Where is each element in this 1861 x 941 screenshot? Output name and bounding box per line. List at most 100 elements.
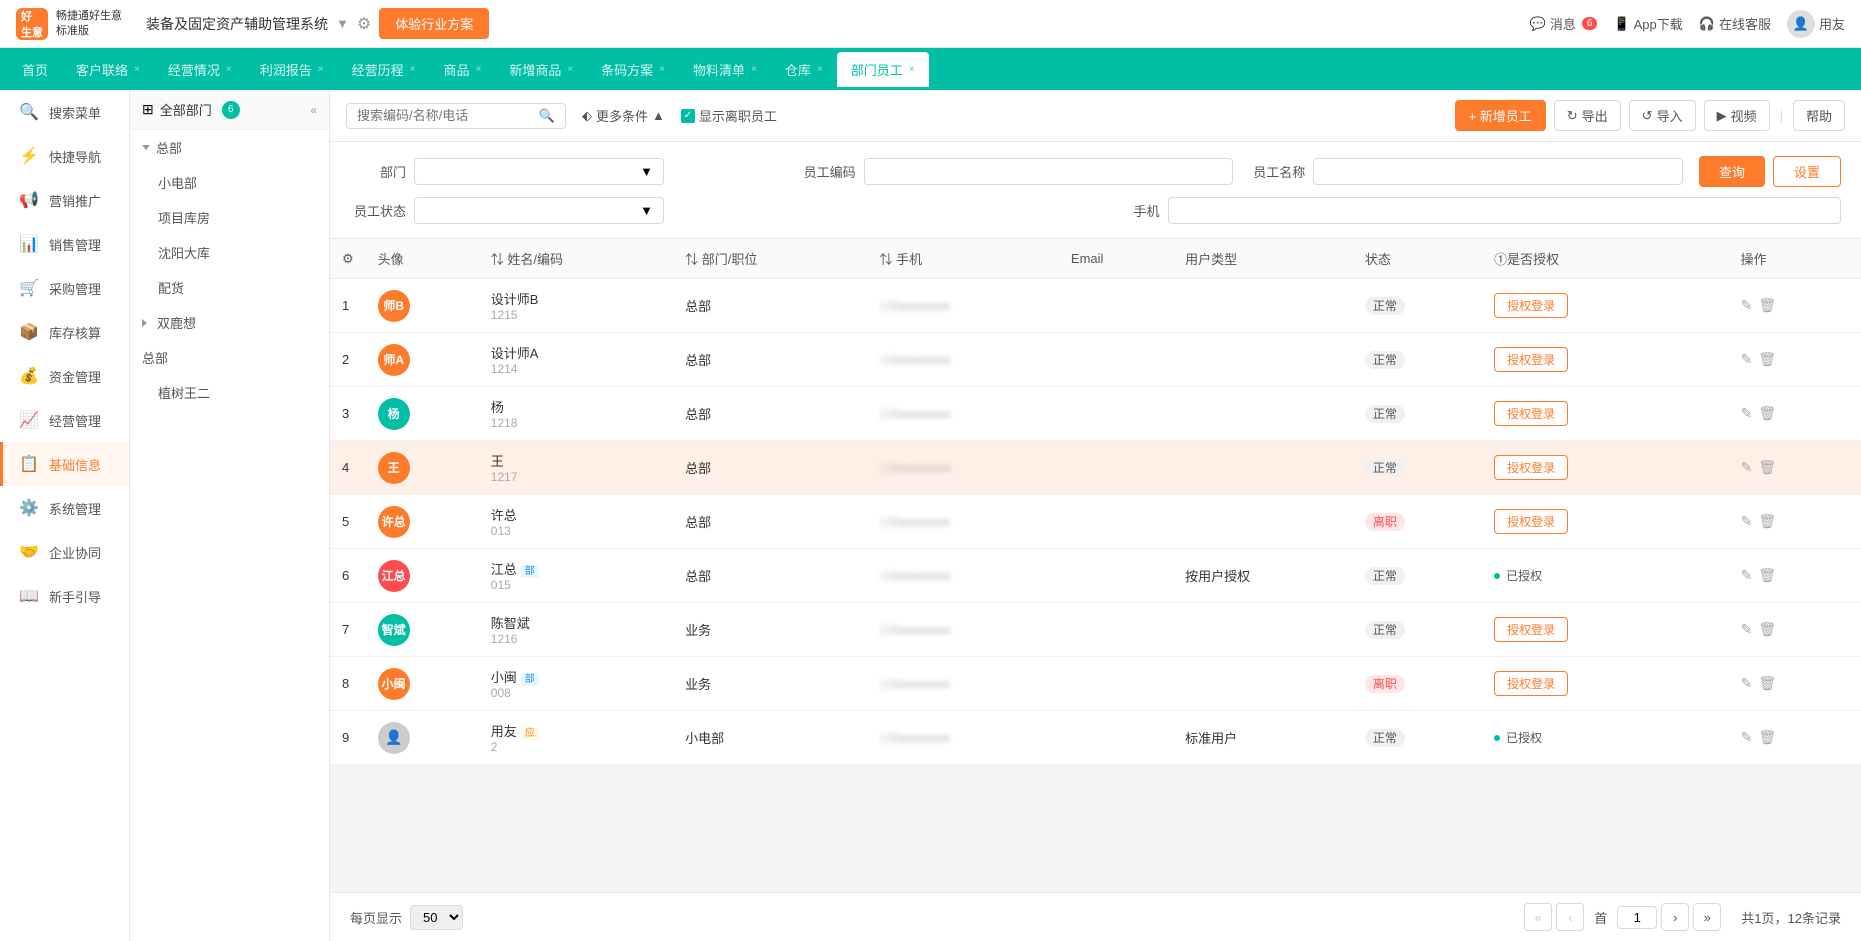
dept-item-root[interactable]: 总部 bbox=[130, 130, 329, 165]
close-tab-icon[interactable]: × bbox=[659, 64, 665, 75]
dept-item-xiangmu[interactable]: 项目库房 bbox=[130, 200, 329, 235]
try-btn[interactable]: 体验行业方案 bbox=[379, 8, 489, 39]
left-nav-item-搜索菜单[interactable]: 🔍搜索菜单 bbox=[0, 90, 129, 134]
edit-btn[interactable]: ✎ bbox=[1741, 729, 1753, 745]
close-tab-icon[interactable]: × bbox=[410, 64, 416, 75]
set-btn[interactable]: 设置 bbox=[1773, 156, 1841, 187]
nav-tab-利润报告[interactable]: 利润报告× bbox=[246, 52, 338, 87]
dept-item-xiaodian[interactable]: 小电部 bbox=[130, 165, 329, 200]
edit-btn[interactable]: ✎ bbox=[1741, 459, 1753, 475]
close-tab-icon[interactable]: × bbox=[751, 64, 757, 75]
nav-tab-条码方案[interactable]: 条码方案× bbox=[587, 52, 679, 87]
dept-item-peihuo[interactable]: 配货 bbox=[130, 270, 329, 305]
left-nav-item-营销推广[interactable]: 📢营销推广 bbox=[0, 178, 129, 222]
nav-tab-经营情况[interactable]: 经营情况× bbox=[154, 52, 246, 87]
close-tab-icon[interactable]: × bbox=[318, 64, 324, 75]
view-btn[interactable]: ▶ 视频 bbox=[1704, 100, 1770, 131]
dropdown-icon[interactable]: ▼ bbox=[336, 16, 349, 31]
edit-btn[interactable]: ✎ bbox=[1741, 297, 1753, 313]
left-nav-item-快捷导航[interactable]: ⚡快捷导航 bbox=[0, 134, 129, 178]
col-name[interactable]: ⇅ 姓名/编码 bbox=[479, 239, 673, 279]
left-nav-item-销售管理[interactable]: 📊销售管理 bbox=[0, 222, 129, 266]
dept-select[interactable]: ▼ bbox=[414, 158, 664, 185]
delete-btn[interactable]: 🗑 bbox=[1758, 621, 1776, 637]
left-nav-item-系统管理[interactable]: ⚙️系统管理 bbox=[0, 486, 129, 530]
nav-tab-物料清单[interactable]: 物料清单× bbox=[679, 52, 771, 87]
import-btn[interactable]: ↺ 导入 bbox=[1629, 100, 1696, 131]
delete-btn[interactable]: 🗑 bbox=[1758, 351, 1776, 367]
online-service-btn[interactable]: 🎧 在线客服 bbox=[1699, 14, 1771, 33]
user-area[interactable]: 👤 用友 bbox=[1787, 10, 1845, 38]
delete-btn[interactable]: 🗑 bbox=[1758, 405, 1776, 421]
col-settings[interactable]: ⚙ bbox=[330, 239, 366, 279]
auth-btn[interactable]: 授权登录 bbox=[1494, 617, 1568, 642]
left-nav-item-资金管理[interactable]: 💰资金管理 bbox=[0, 354, 129, 398]
delete-btn[interactable]: 🗑 bbox=[1758, 675, 1776, 691]
collapse-btn[interactable]: « bbox=[310, 103, 317, 117]
nav-tab-首页[interactable]: 首页 bbox=[8, 52, 62, 87]
close-tab-icon[interactable]: × bbox=[226, 64, 232, 75]
dept-item-shenyang[interactable]: 沈阳大库 bbox=[130, 235, 329, 270]
help-btn[interactable]: 帮助 bbox=[1793, 100, 1845, 131]
auth-btn[interactable]: 授权登录 bbox=[1494, 401, 1568, 426]
emp-status-select[interactable]: ▼ bbox=[414, 197, 664, 224]
export-btn[interactable]: ↻ 导出 bbox=[1554, 100, 1621, 131]
left-nav-item-新手引导[interactable]: 📖新手引导 bbox=[0, 574, 129, 618]
auth-btn[interactable]: 授权登录 bbox=[1494, 509, 1568, 534]
auth-btn[interactable]: 授权登录 bbox=[1494, 455, 1568, 480]
auth-btn[interactable]: 授权登录 bbox=[1494, 347, 1568, 372]
close-tab-icon[interactable]: × bbox=[134, 64, 140, 75]
close-tab-icon[interactable]: × bbox=[475, 64, 481, 75]
add-employee-btn[interactable]: + 新增员工 bbox=[1455, 100, 1546, 131]
more-filter-btn[interactable]: ⬖ 更多条件 ▲ bbox=[574, 102, 673, 129]
edit-btn[interactable]: ✎ bbox=[1741, 567, 1753, 583]
auth-btn[interactable]: 授权登录 bbox=[1494, 671, 1568, 696]
search-input[interactable] bbox=[357, 108, 533, 123]
prev-page-btn[interactable]: ‹ bbox=[1556, 903, 1584, 931]
edit-btn[interactable]: ✎ bbox=[1741, 513, 1753, 529]
dept-item-shuangluxiang[interactable]: 双鹿想 bbox=[130, 305, 329, 340]
page-input[interactable] bbox=[1617, 906, 1657, 929]
delete-btn[interactable]: 🗑 bbox=[1758, 567, 1776, 583]
edit-btn[interactable]: ✎ bbox=[1741, 675, 1753, 691]
nav-tab-仓库[interactable]: 仓库× bbox=[771, 52, 837, 87]
settings-icon[interactable]: ⚙ bbox=[357, 14, 371, 34]
nav-tab-客户联络[interactable]: 客户联络× bbox=[62, 52, 154, 87]
dept-item-zhishu[interactable]: 植树王二 bbox=[130, 375, 329, 410]
app-download-btn[interactable]: 📱 App下载 bbox=[1613, 14, 1682, 33]
nav-tab-商品[interactable]: 商品× bbox=[429, 52, 495, 87]
search-btn[interactable]: 查询 bbox=[1699, 156, 1765, 187]
emp-name-input[interactable] bbox=[1313, 158, 1683, 185]
left-nav-item-基础信息[interactable]: 📋基础信息 bbox=[0, 442, 129, 486]
dept-item-zongbu[interactable]: 总部 bbox=[130, 340, 329, 375]
col-phone[interactable]: ⇅ 手机 bbox=[868, 239, 1059, 279]
auth-btn[interactable]: 授权登录 bbox=[1494, 293, 1568, 318]
edit-btn[interactable]: ✎ bbox=[1741, 405, 1753, 421]
nav-tab-新增商品[interactable]: 新增商品× bbox=[495, 52, 587, 87]
close-tab-icon[interactable]: × bbox=[817, 64, 823, 75]
next-page-btn[interactable]: › bbox=[1661, 903, 1689, 931]
edit-btn[interactable]: ✎ bbox=[1741, 351, 1753, 367]
first-page-btn[interactable]: « bbox=[1524, 903, 1552, 931]
col-dept[interactable]: ⇅ 部门/职位 bbox=[673, 239, 867, 279]
last-page-btn[interactable]: » bbox=[1693, 903, 1721, 931]
delete-btn[interactable]: 🗑 bbox=[1758, 729, 1776, 745]
delete-btn[interactable]: 🗑 bbox=[1758, 459, 1776, 475]
delete-btn[interactable]: 🗑 bbox=[1758, 297, 1776, 313]
left-nav-item-企业协同[interactable]: 🤝企业协同 bbox=[0, 530, 129, 574]
emp-code-input[interactable] bbox=[864, 158, 1234, 185]
page-size-select[interactable]: 50 bbox=[410, 905, 463, 930]
left-nav-item-采购管理[interactable]: 🛒采购管理 bbox=[0, 266, 129, 310]
left-nav-item-经营管理[interactable]: 📈经营管理 bbox=[0, 398, 129, 442]
close-tab-icon[interactable]: × bbox=[909, 64, 915, 75]
close-tab-icon[interactable]: × bbox=[567, 64, 573, 75]
left-nav-item-库存核算[interactable]: 📦库存核算 bbox=[0, 310, 129, 354]
delete-btn[interactable]: 🗑 bbox=[1758, 513, 1776, 529]
total-info: 共1页，12条记录 bbox=[1741, 908, 1841, 927]
nav-tab-部门员工[interactable]: 部门员工× bbox=[837, 52, 929, 87]
nav-tab-经营历程[interactable]: 经营历程× bbox=[338, 52, 430, 87]
show-resign-toggle[interactable]: ✓ 显示离职员工 bbox=[681, 106, 777, 125]
message-btn[interactable]: 💬 消息 6 bbox=[1530, 14, 1598, 33]
edit-btn[interactable]: ✎ bbox=[1741, 621, 1753, 637]
phone-input[interactable] bbox=[1168, 197, 1842, 224]
